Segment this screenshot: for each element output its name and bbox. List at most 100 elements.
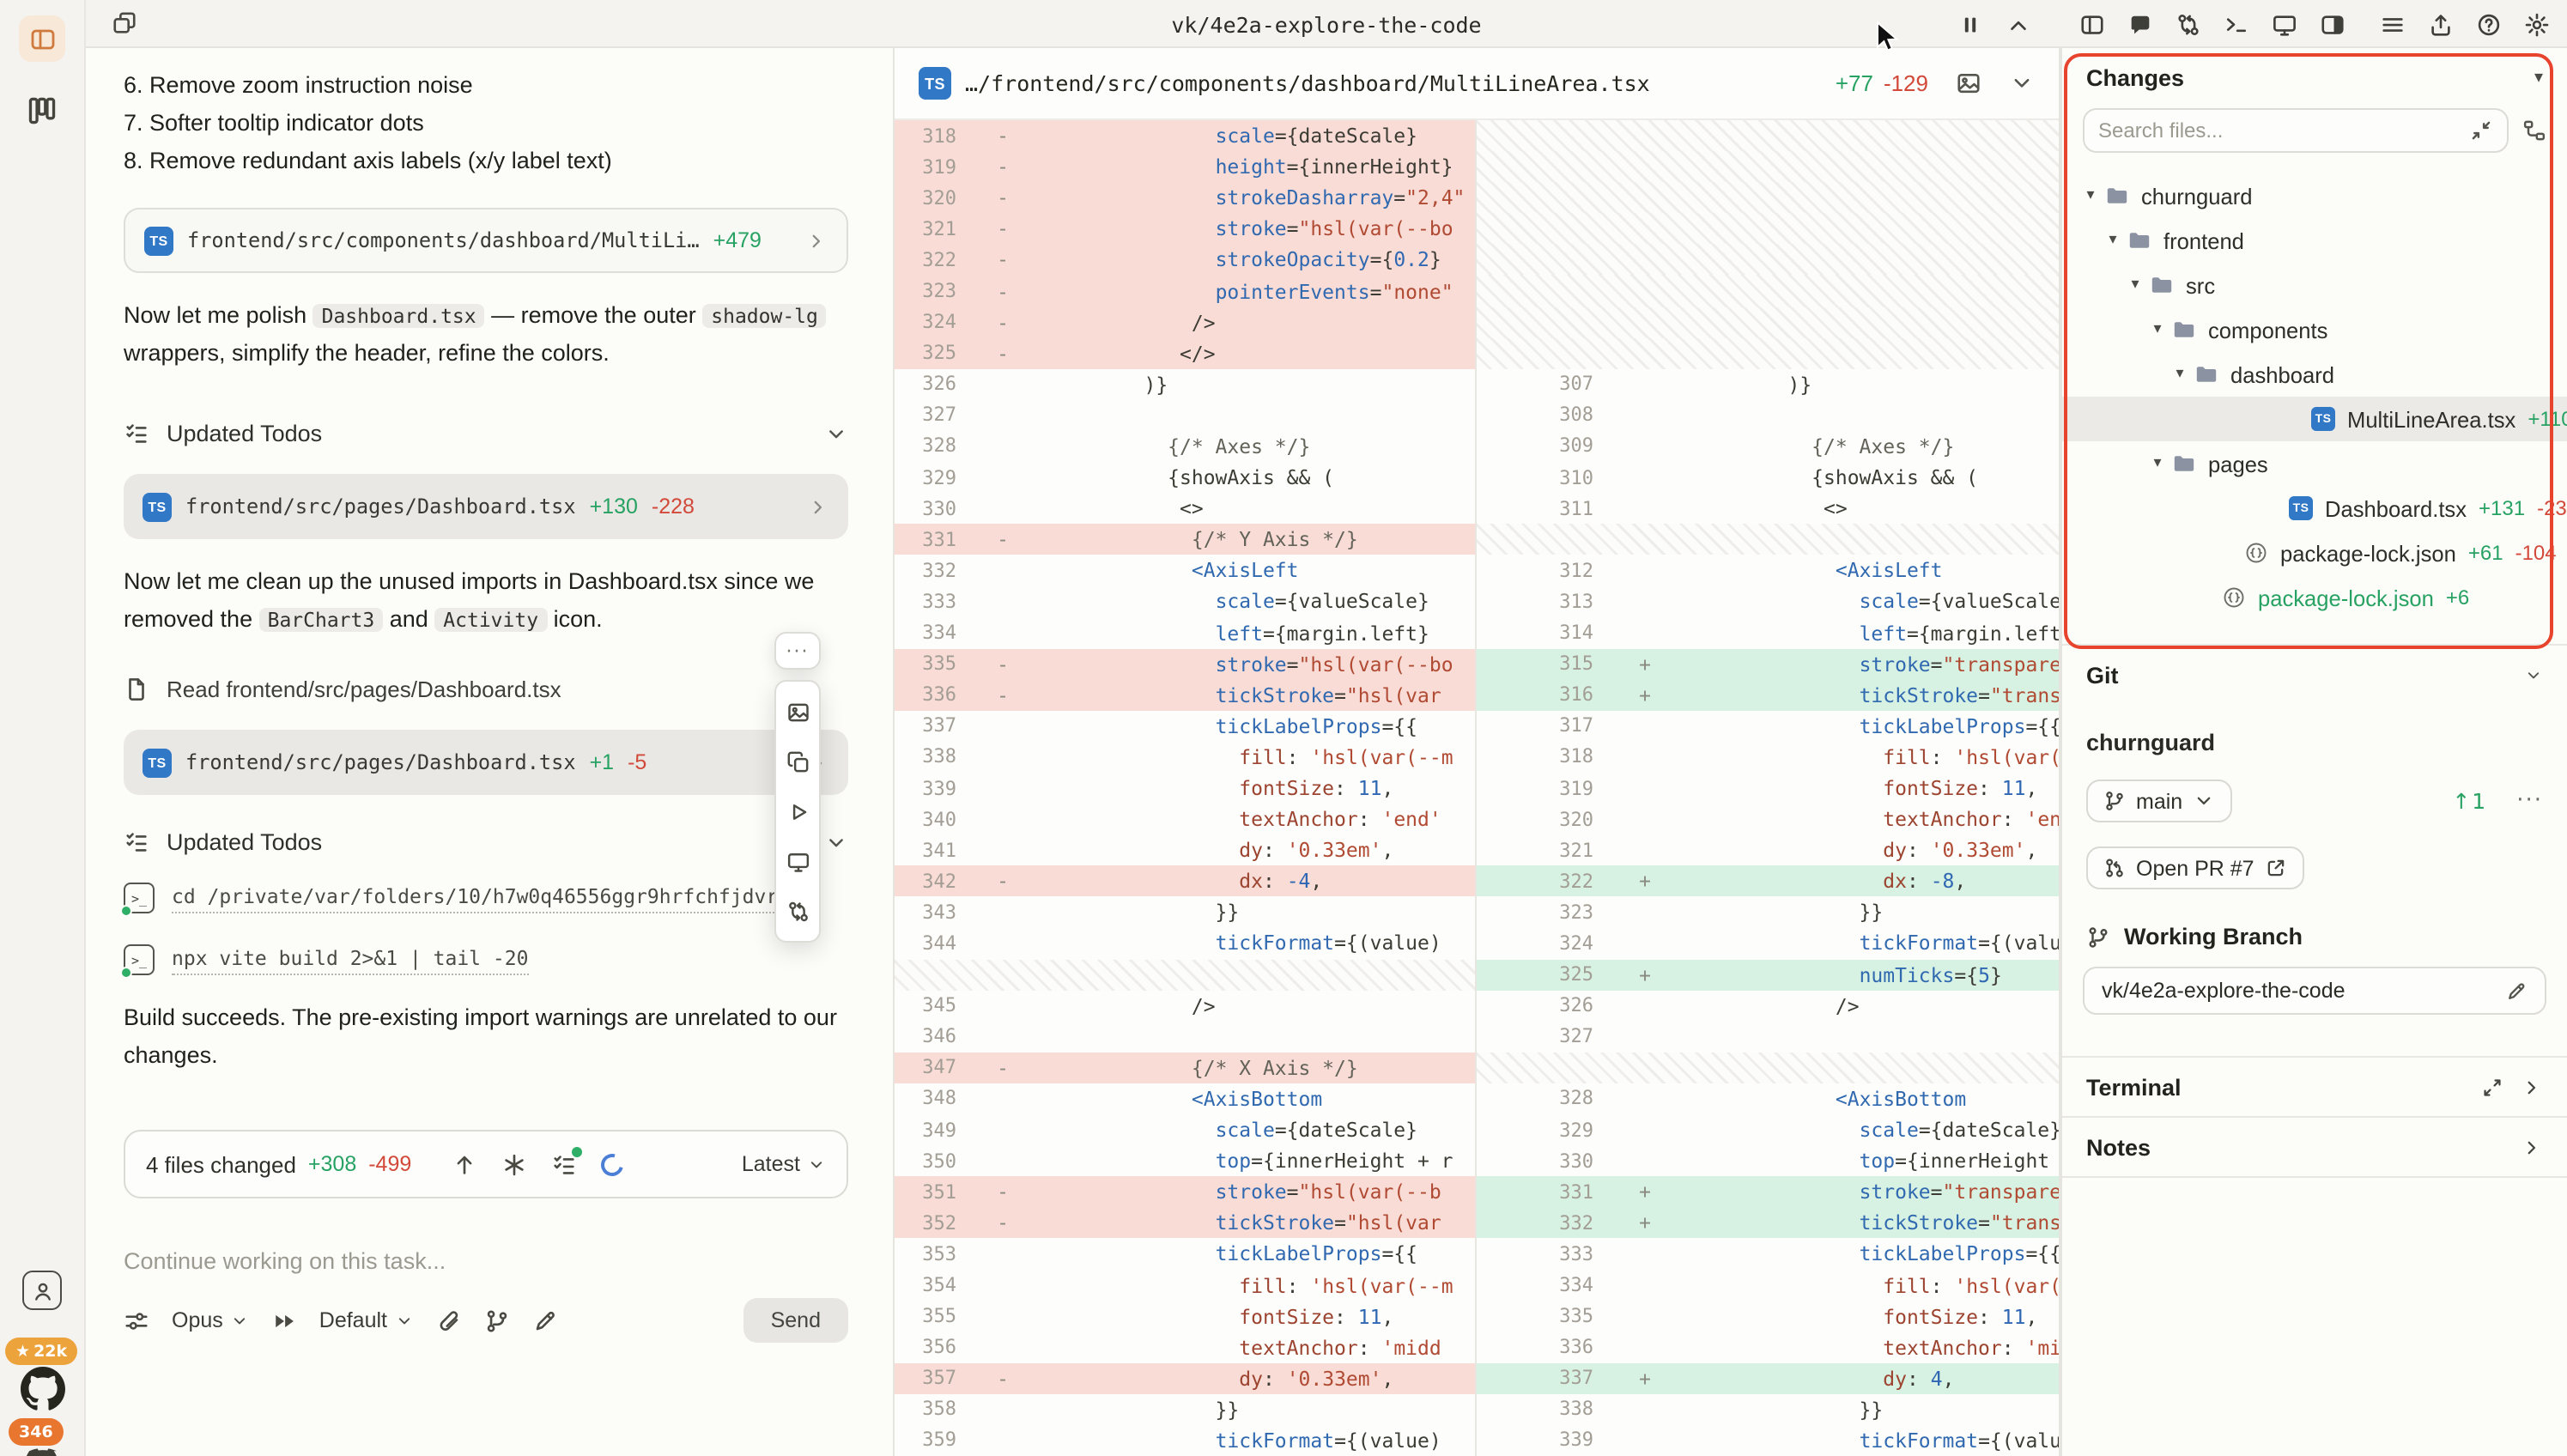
terminal-icon[interactable] [2224,11,2249,37]
tree-view-icon[interactable] [2522,118,2546,143]
search-files-box[interactable] [2083,108,2509,153]
diff-line[interactable]: 332+ tickStroke="transpa [1477,1208,2059,1239]
diff-line[interactable]: 317 tickLabelProps={{ [1477,711,2059,742]
diff-line[interactable]: 336 textAnchor: 'midd [1477,1332,2059,1362]
diff-line[interactable]: 334 left={margin.left} [895,617,1477,648]
diff-line[interactable]: 314 left={margin.left} [1477,617,2059,648]
diff-line[interactable]: 318 fill: 'hsl(var(--m [1477,742,2059,773]
diff-line[interactable]: 352- tickStroke="hsl(var [895,1208,1477,1239]
diff-line[interactable]: 323- pointerEvents="none" [895,276,1477,306]
panel-right-icon[interactable] [2320,11,2345,37]
model-dropdown[interactable]: Opus [172,1308,249,1332]
kanban-board-icon[interactable] [26,94,58,127]
diff-line[interactable]: 335- stroke="hsl(var(--bo [895,648,1477,679]
diff-line[interactable]: 340 textAnchor: 'end' [895,804,1477,834]
changes-section-header[interactable]: Changes ▾ [2062,48,2567,94]
diff-line[interactable]: 338 }} [1477,1394,2059,1425]
diff-line[interactable]: 307 )} [1477,369,2059,400]
diff-line[interactable]: 310 {showAxis && ( [1477,462,2059,493]
diff-line[interactable]: 324 tickFormat={(value) [1477,928,2059,959]
diff-line[interactable]: 353 tickLabelProps={{ [895,1239,1477,1270]
terminal-command-row[interactable]: >_ npx vite build 2>&1 | tail -20 [124,944,848,975]
diff-line[interactable]: 329 scale={dateScale} [1477,1114,2059,1145]
diff-line[interactable]: 327 [1477,1021,2059,1052]
diff-line[interactable]: 334 fill: 'hsl(var(--m [1477,1270,2059,1301]
updated-todos-row[interactable]: Updated Todos [124,421,848,446]
diff-line[interactable]: 335 fontSize: 11, [1477,1301,2059,1332]
pause-icon[interactable] [1957,11,1983,37]
diff-line[interactable]: 346 [895,1021,1477,1052]
open-pr-button[interactable]: Open PR #7 [2086,846,2304,889]
tree-file-package-lock.json[interactable]: package-lock.json+61-104 [2062,531,2567,575]
file-card-dashboard[interactable]: TS frontend/src/pages/Dashboard.tsx +130… [124,474,848,539]
diff-line[interactable]: 316+ tickStroke="transpa [1477,679,2059,710]
file-card-dashboard-2[interactable]: TS frontend/src/pages/Dashboard.tsx +1 -… [124,730,848,795]
arrow-up-icon[interactable] [451,1151,476,1177]
working-branch-field[interactable]: vk/4e2a-explore-the-code [2083,967,2546,1015]
diff-line[interactable]: 356 textAnchor: 'midd [895,1332,1477,1362]
diff-line[interactable]: 321- stroke="hsl(var(--bo [895,214,1477,245]
more-options-icon[interactable]: ··· [774,632,821,670]
diff-line[interactable]: 331+ stroke="transparent" [1477,1176,2059,1207]
latest-dropdown[interactable]: Latest [742,1152,826,1176]
discord-badge[interactable]: 346 [9,1418,64,1446]
diff-line[interactable]: 332 <AxisLeft [895,555,1477,586]
diff-line[interactable]: 345 /> [895,990,1477,1021]
search-files-input[interactable] [2098,118,2459,143]
pen-icon[interactable] [531,1307,557,1333]
file-card-multilinearea[interactable]: TS frontend/src/components/dashboard/Mul… [124,208,848,273]
git-section-header[interactable]: Git [2062,646,2567,692]
monitor-icon[interactable] [776,836,819,886]
diff-line[interactable]: 357- dy: '0.33em', [895,1363,1477,1394]
diff-line[interactable]: 330 <> [895,493,1477,524]
diff-line[interactable]: 324- /> [895,306,1477,337]
diff-line[interactable]: 349 scale={dateScale} [895,1114,1477,1145]
app-icon[interactable] [19,15,65,62]
copy-icon[interactable] [776,737,819,786]
notes-section-header[interactable]: Notes [2086,1118,2543,1176]
diff-line[interactable]: 329 {showAxis && ( [895,462,1477,493]
github-stars-badge[interactable]: ★22k [5,1338,77,1365]
collapse-tree-icon[interactable] [2469,118,2493,143]
panel-left-icon[interactable] [2079,11,2105,37]
diff-line[interactable]: 336- tickStroke="hsl(var [895,679,1477,710]
terminal-command-row[interactable]: >_ cd /private/var/folders/10/h7w0q46556… [124,883,848,913]
play-icon[interactable] [776,786,819,836]
send-button[interactable]: Send [743,1298,848,1343]
status-bar[interactable]: 4 files changed +308 -499 Latest [124,1130,848,1198]
diff-line[interactable]: 328 <AxisBottom [1477,1083,2059,1114]
edit-icon[interactable] [2505,980,2528,1002]
diff-line[interactable]: 339 fontSize: 11, [895,773,1477,804]
branch-selector[interactable]: main [2086,780,2232,822]
diff-line[interactable]: 355 fontSize: 11, [895,1301,1477,1332]
account-button[interactable] [22,1271,62,1310]
expand-icon[interactable] [2481,1076,2503,1098]
diff-line[interactable]: 341 dy: '0.33em', [895,834,1477,865]
diff-line[interactable]: 308 [1477,400,2059,431]
diff-line[interactable]: 358 }} [895,1394,1477,1425]
diff-line[interactable]: 315+ stroke="transparent" [1477,648,2059,679]
diff-line[interactable]: 344 tickFormat={(value) [895,928,1477,959]
tree-file-package-lock.json[interactable]: package-lock.json+6 [2062,575,2567,620]
diff-line[interactable]: 343 }} [895,897,1477,928]
tree-folder-frontend[interactable]: ▾frontend [2062,218,2567,263]
diff-line[interactable]: 312 <AxisLeft [1477,555,2059,586]
diff-line[interactable]: 342- dx: -4, [895,866,1477,897]
branch-icon[interactable] [483,1307,509,1333]
tree-folder-src[interactable]: ▾src [2062,263,2567,307]
collapse-up-icon[interactable] [2006,11,2031,37]
diff-line[interactable]: 325+ numTicks={5} [1477,959,2059,990]
mode-dropdown[interactable]: Default [319,1308,413,1332]
git-compare-icon[interactable] [776,886,819,936]
settings-sliders-icon[interactable] [124,1307,149,1333]
diff-line[interactable]: 347- {/* X Axis */} [895,1053,1477,1083]
menu-icon[interactable] [2380,11,2406,37]
terminal-section-header[interactable]: Terminal [2086,1058,2543,1116]
diff-line[interactable]: 339 tickFormat={(value) [1477,1425,2059,1456]
help-icon[interactable] [2476,11,2502,37]
more-options-icon[interactable]: ··· [2516,788,2543,814]
diff-line[interactable]: 309 {/* Axes */} [1477,431,2059,462]
diff-line[interactable]: 333 tickLabelProps={{ [1477,1239,2059,1270]
diff-line[interactable]: 322+ dx: -8, [1477,866,2059,897]
chevron-right-icon[interactable] [2521,1136,2543,1158]
